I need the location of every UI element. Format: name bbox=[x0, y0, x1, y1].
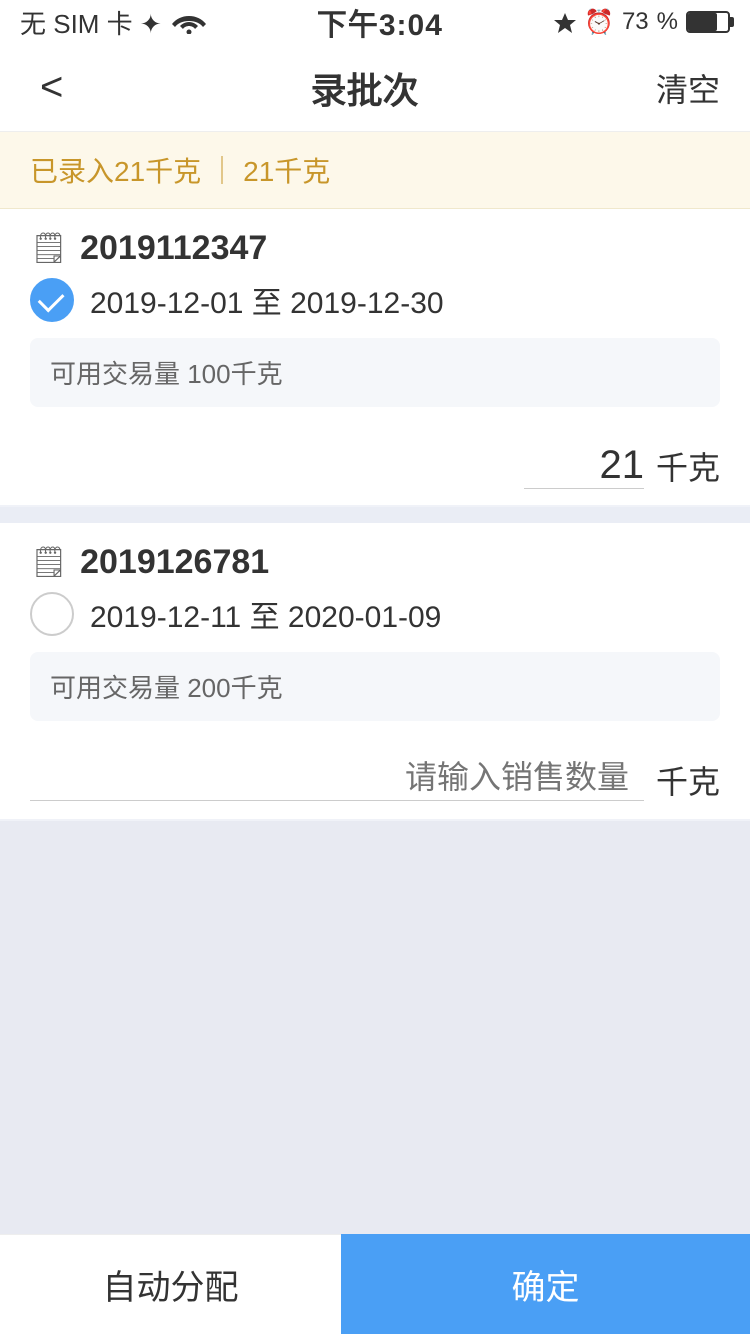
alarm-icon: ⏰ bbox=[584, 8, 614, 37]
location-icon bbox=[554, 11, 576, 33]
battery-icon bbox=[686, 11, 730, 33]
batch-2-input-underline bbox=[30, 759, 644, 801]
batch-2-id: 2019126781 bbox=[80, 543, 269, 582]
batch-1-avail: 可用交易量 100千克 bbox=[30, 338, 720, 407]
total-label: 21千克 bbox=[243, 150, 330, 190]
batch-2-avail: 可用交易量 200千克 bbox=[30, 652, 720, 721]
status-right: ⏰ 73% bbox=[554, 8, 730, 37]
batch-card-2: 🗒 2019126781 2019-12-11 至 2020-01-09 可用交… bbox=[0, 523, 750, 819]
empty-area bbox=[0, 821, 750, 1281]
clear-button[interactable]: 清空 bbox=[656, 65, 720, 111]
batch-2-qty-input[interactable] bbox=[344, 759, 644, 796]
batch-2-unit: 千克 bbox=[656, 757, 720, 803]
batch-card-1: 🗒 2019112347 2019-12-01 至 2019-12-30 可用交… bbox=[0, 209, 750, 505]
auto-distribute-button[interactable]: 自动分配 bbox=[0, 1234, 341, 1334]
bottom-bar: 自动分配 确定 bbox=[0, 1234, 750, 1334]
doc-icon-1: 🗒 bbox=[30, 231, 68, 266]
batch-1-id: 2019112347 bbox=[80, 229, 267, 268]
batch-1-radio[interactable] bbox=[30, 278, 74, 322]
nav-bar: < 录批次 清空 bbox=[0, 44, 750, 132]
confirm-button[interactable]: 确定 bbox=[341, 1234, 750, 1334]
batch-2-radio[interactable] bbox=[30, 592, 74, 636]
status-bar: 无 SIM 卡 ✦ 下午3:04 ⏰ 73% bbox=[0, 0, 750, 44]
sim-text: 无 SIM 卡 ✦ bbox=[20, 4, 162, 41]
batch-2-header: 🗒 2019126781 bbox=[0, 523, 750, 592]
batch-1-date-row: 2019-12-01 至 2019-12-30 bbox=[0, 278, 750, 338]
status-time: 下午3:04 bbox=[317, 0, 443, 44]
batch-2-input-row: 千克 bbox=[0, 741, 750, 819]
wifi-icon bbox=[172, 10, 206, 34]
batch-2-date: 2019-12-11 至 2020-01-09 bbox=[90, 592, 441, 636]
section-separator bbox=[0, 507, 750, 523]
page-title: 录批次 bbox=[311, 62, 419, 114]
doc-icon-2: 🗒 bbox=[30, 545, 68, 580]
batch-1-qty-underline: 21 bbox=[524, 443, 644, 489]
status-left: 无 SIM 卡 ✦ bbox=[20, 4, 206, 41]
batch-1-qty-value: 21 bbox=[599, 443, 644, 487]
banner-divider bbox=[221, 156, 223, 184]
batch-1-header: 🗒 2019112347 bbox=[0, 209, 750, 278]
back-button[interactable]: < bbox=[30, 55, 73, 120]
batch-2-date-row: 2019-12-11 至 2020-01-09 bbox=[0, 592, 750, 652]
recorded-label: 已录入21千克 bbox=[30, 150, 201, 190]
batch-1-unit: 千克 bbox=[656, 443, 720, 489]
info-banner: 已录入21千克 21千克 bbox=[0, 132, 750, 209]
batch-1-qty-row: 21 千克 bbox=[0, 427, 750, 505]
battery-percent: 73 bbox=[622, 8, 649, 36]
batch-1-date: 2019-12-01 至 2019-12-30 bbox=[90, 278, 444, 322]
